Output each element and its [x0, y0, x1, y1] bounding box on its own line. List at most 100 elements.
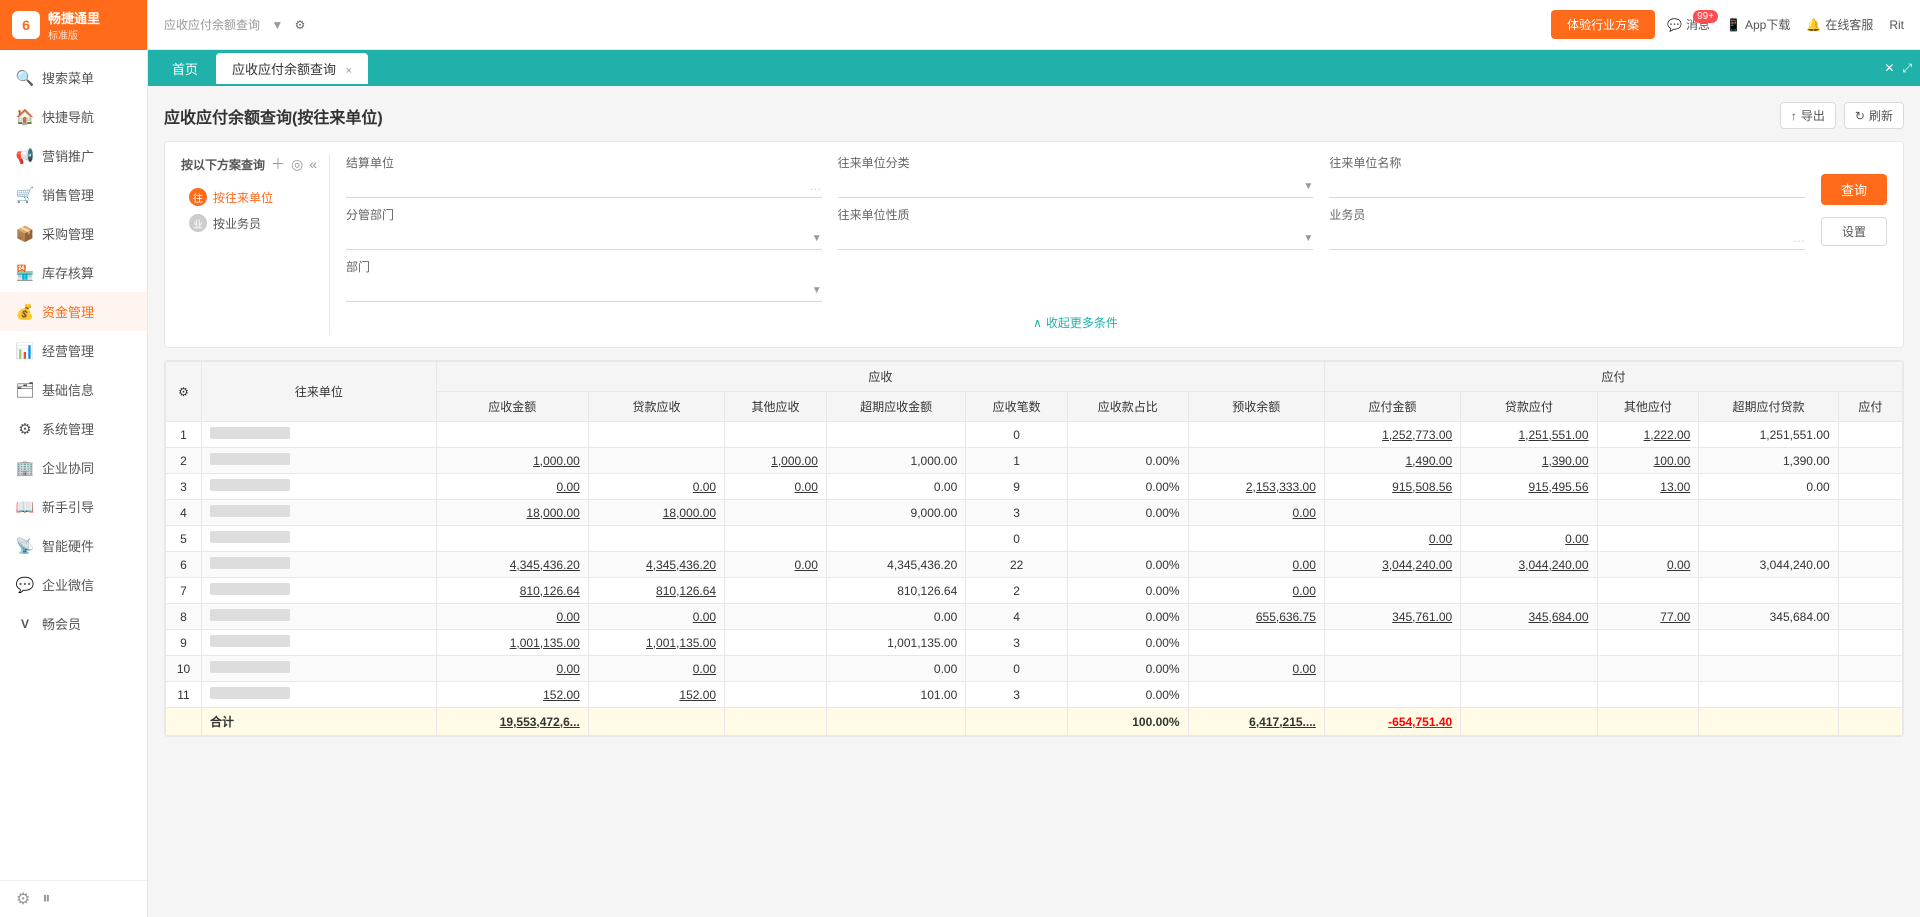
row-ap-other[interactable] [1597, 656, 1699, 682]
row-ap-loan[interactable] [1461, 500, 1597, 526]
row-ap-other[interactable]: 1,222.00 [1597, 422, 1699, 448]
row-ar-loan[interactable]: 810,126.64 [588, 578, 724, 604]
export-btn[interactable]: ↑ 导出 [1780, 102, 1836, 129]
row-ap-amt[interactable] [1324, 682, 1460, 708]
sidebar-item-member[interactable]: V 畅会员 [0, 604, 147, 643]
row-ar-loan[interactable]: 152.00 [588, 682, 724, 708]
row-prepay[interactable] [1188, 448, 1324, 474]
row-prepay[interactable]: 0.00 [1188, 656, 1324, 682]
gear-icon[interactable]: ⚙ [295, 18, 306, 32]
row-prepay[interactable]: 0.00 [1188, 500, 1324, 526]
row-ap-other[interactable]: 77.00 [1597, 604, 1699, 630]
row-ar-amt[interactable]: 4,345,436.20 [436, 552, 588, 578]
row-ar-amt[interactable]: 0.00 [436, 656, 588, 682]
row-ar-other[interactable] [725, 578, 827, 604]
row-ar-other[interactable] [725, 422, 827, 448]
add-icon[interactable]: ＋ [271, 154, 285, 174]
row-ap-other[interactable] [1597, 578, 1699, 604]
row-ap-loan[interactable] [1461, 682, 1597, 708]
sidebar-item-quicknav[interactable]: 🏠 快捷导航 [0, 97, 147, 136]
row-ap-amt[interactable]: 1,490.00 [1324, 448, 1460, 474]
row-ar-amt[interactable]: 0.00 [436, 474, 588, 500]
row-ar-loan[interactable] [588, 422, 724, 448]
row-ap-amt[interactable]: 3,044,240.00 [1324, 552, 1460, 578]
row-ar-loan[interactable]: 4,345,436.20 [588, 552, 724, 578]
set-button[interactable]: 设置 [1821, 217, 1887, 246]
sidebar-item-sales[interactable]: 🛒 销售管理 [0, 175, 147, 214]
row-ar-other[interactable] [725, 682, 827, 708]
row-ar-amt[interactable]: 1,000.00 [436, 448, 588, 474]
row-ap-loan[interactable]: 345,684.00 [1461, 604, 1597, 630]
collapse-icon[interactable]: « [309, 156, 317, 172]
row-ar-loan[interactable] [588, 448, 724, 474]
row-ap-other[interactable] [1597, 526, 1699, 552]
row-ap-other[interactable]: 13.00 [1597, 474, 1699, 500]
sidebar-item-purchase[interactable]: 📦 采购管理 [0, 214, 147, 253]
sidebar-item-guide[interactable]: 📖 新手引导 [0, 487, 147, 526]
sidebar-item-marketing[interactable]: 📢 营销推广 [0, 136, 147, 175]
sidebar-item-operations[interactable]: 📊 经营管理 [0, 331, 147, 370]
row-ap-amt[interactable]: 345,761.00 [1324, 604, 1460, 630]
tab-home[interactable]: 首页 [156, 53, 214, 84]
row-ap-loan[interactable]: 1,251,551.00 [1461, 422, 1597, 448]
row-ar-loan[interactable]: 18,000.00 [588, 500, 724, 526]
row-ap-amt[interactable]: 0.00 [1324, 526, 1460, 552]
row-ar-amt[interactable]: 152.00 [436, 682, 588, 708]
row-ar-amt[interactable] [436, 526, 588, 552]
row-ap-loan[interactable]: 1,390.00 [1461, 448, 1597, 474]
row-ar-other[interactable]: 0.00 [725, 474, 827, 500]
row-prepay[interactable] [1188, 526, 1324, 552]
settlement-unit-input[interactable] [346, 179, 810, 193]
row-ap-other[interactable]: 100.00 [1597, 448, 1699, 474]
row-prepay[interactable]: 0.00 [1188, 552, 1324, 578]
solution-btn[interactable]: 体验行业方案 [1551, 10, 1655, 39]
footer-ap-total[interactable]: -654,751.40 [1324, 708, 1460, 736]
row-ar-loan[interactable]: 1,001,135.00 [588, 630, 724, 656]
query-by-unit[interactable]: 往 按往来单位 [181, 184, 317, 210]
sidebar-item-corp[interactable]: 🏢 企业协同 [0, 448, 147, 487]
row-ap-other[interactable] [1597, 500, 1699, 526]
row-ar-other[interactable] [725, 500, 827, 526]
row-ar-other[interactable] [725, 630, 827, 656]
sidebar-item-system[interactable]: ⚙ 系统管理 [0, 409, 147, 448]
footer-ar-total[interactable]: 19,553,472,6... [436, 708, 588, 736]
row-prepay[interactable]: 2,153,333.00 [1188, 474, 1324, 500]
row-ap-other[interactable] [1597, 682, 1699, 708]
user-name[interactable]: Rit [1889, 18, 1904, 32]
row-prepay[interactable] [1188, 630, 1324, 656]
row-ap-other[interactable] [1597, 630, 1699, 656]
sidebar-item-wechat[interactable]: 💬 企业微信 [0, 565, 147, 604]
row-ar-other[interactable] [725, 526, 827, 552]
row-ap-loan[interactable]: 915,495.56 [1461, 474, 1597, 500]
pause-icon[interactable]: ⏸ [42, 890, 50, 908]
row-ap-loan[interactable]: 3,044,240.00 [1461, 552, 1597, 578]
row-prepay[interactable]: 655,636.75 [1188, 604, 1324, 630]
sidebar-item-finance[interactable]: 💰 资金管理 [0, 292, 147, 331]
row-ar-other[interactable]: 0.00 [725, 552, 827, 578]
row-ar-other[interactable] [725, 656, 827, 682]
row-ar-other[interactable] [725, 604, 827, 630]
row-prepay[interactable]: 0.00 [1188, 578, 1324, 604]
row-ar-amt[interactable]: 0.00 [436, 604, 588, 630]
unit-nature-input[interactable] [838, 231, 1304, 245]
refresh-btn[interactable]: ↻ 刷新 [1844, 102, 1904, 129]
unit-name-input[interactable] [1329, 179, 1805, 193]
row-ar-amt[interactable] [436, 422, 588, 448]
salesperson-input[interactable] [1329, 231, 1793, 245]
unit-category-input[interactable] [838, 179, 1304, 193]
query-by-salesperson[interactable]: 业 按业务员 [181, 210, 317, 236]
sidebar-item-basic[interactable]: 🗂 基础信息 [0, 370, 147, 409]
row-ar-amt[interactable]: 1,001,135.00 [436, 630, 588, 656]
tab-expand-icon[interactable]: ⤢ [1902, 61, 1912, 76]
row-ar-amt[interactable]: 810,126.64 [436, 578, 588, 604]
section-dept-input[interactable] [346, 283, 812, 297]
row-ar-loan[interactable] [588, 526, 724, 552]
row-prepay[interactable] [1188, 682, 1324, 708]
sidebar-item-hardware[interactable]: 📡 智能硬件 [0, 526, 147, 565]
sidebar-item-search[interactable]: 🔍 搜索菜单 [0, 58, 147, 97]
row-ap-amt[interactable] [1324, 630, 1460, 656]
row-ap-loan[interactable] [1461, 656, 1597, 682]
message-btn[interactable]: 💬 消息 99+ [1667, 16, 1710, 33]
app-download-btn[interactable]: 📱 App下载 [1726, 16, 1790, 33]
row-ar-loan[interactable]: 0.00 [588, 474, 724, 500]
